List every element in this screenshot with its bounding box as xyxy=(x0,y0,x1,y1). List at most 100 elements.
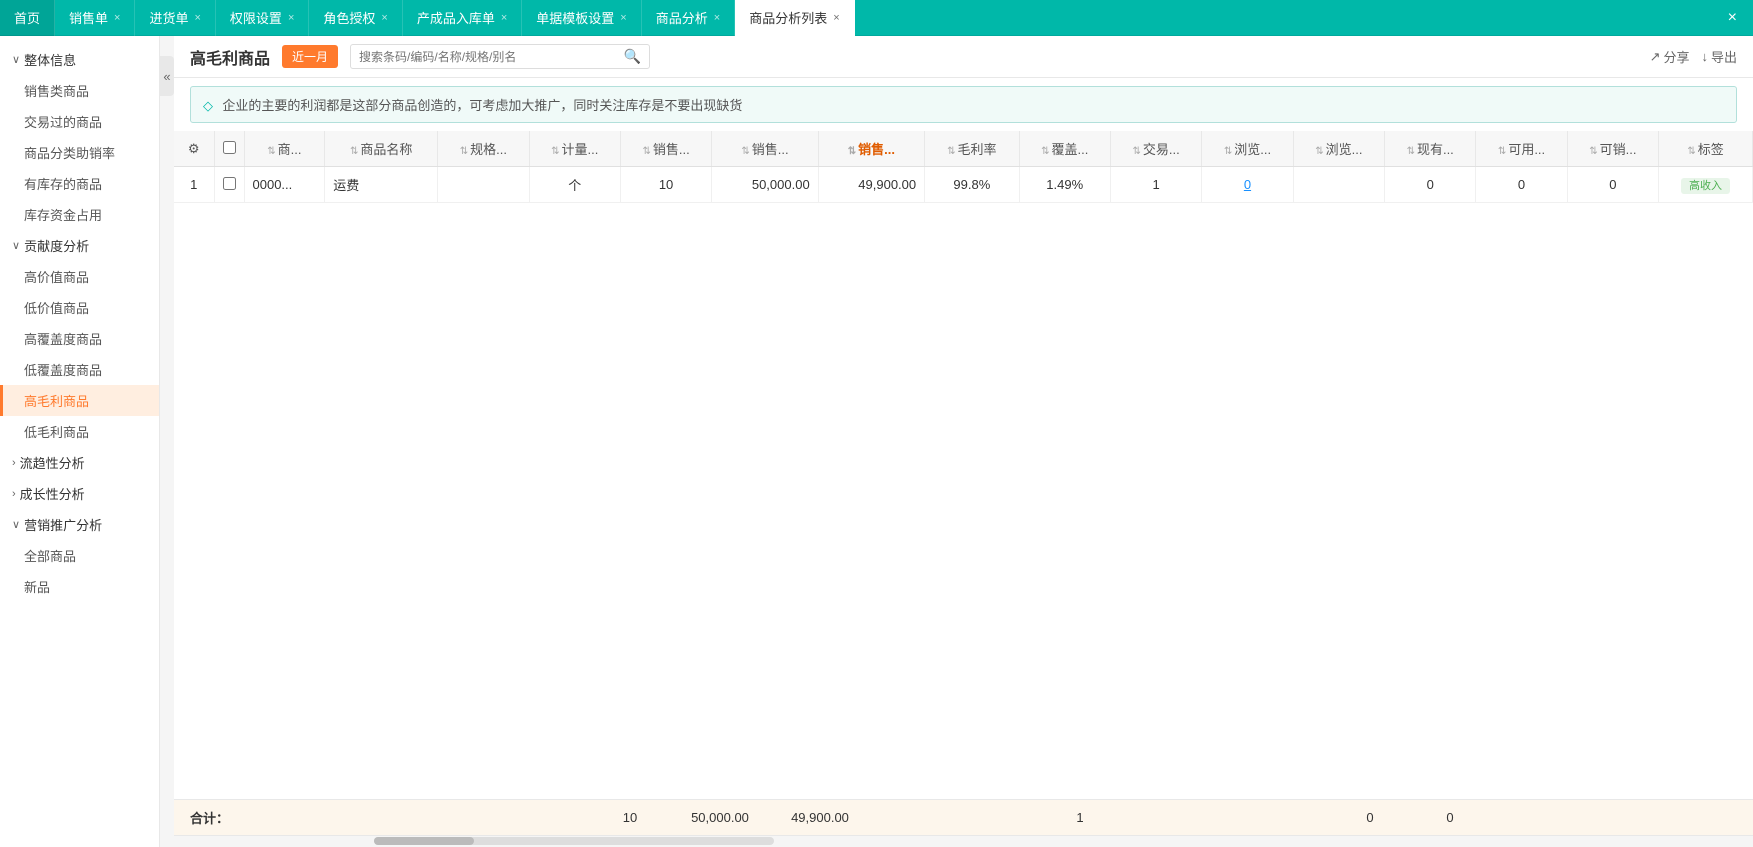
arrow-icon: ∨ xyxy=(12,53,20,66)
sidebar-section-overall[interactable]: ∨ 整体信息 xyxy=(0,44,159,75)
sidebar-item-all-goods[interactable]: 全部商品 xyxy=(0,540,159,571)
sidebar-section-marketing[interactable]: ∨ 营销推广分析 xyxy=(0,509,159,540)
col-name[interactable]: ⇅商品名称 xyxy=(325,131,438,167)
arrow-icon-2: ∨ xyxy=(12,239,20,252)
nav-purchase[interactable]: 进货单 × xyxy=(135,0,215,36)
header-actions: ↗ 分享 ↓ 导出 xyxy=(1650,47,1737,66)
close-product-analysis-list-tab[interactable]: × xyxy=(833,12,839,24)
col-gross-rate[interactable]: ⇅毛利率 xyxy=(925,131,1019,167)
col-tag[interactable]: ⇅标签 xyxy=(1659,131,1753,167)
scrollbar-thumb[interactable] xyxy=(374,837,474,845)
col-sales-qty[interactable]: ⇅销售... xyxy=(620,131,711,167)
footer-bar: 合计： 10 50,000.00 49,900.00 1 0 0 xyxy=(174,799,1753,835)
col-spec[interactable]: ⇅规格... xyxy=(438,131,529,167)
main-layout: ∨ 整体信息 销售类商品 交易过的商品 商品分类助销率 有库存的商品 库存资金占… xyxy=(0,36,1753,847)
row-coverage: 1.49% xyxy=(1019,167,1110,203)
col-sellable[interactable]: ⇅可销... xyxy=(1567,131,1658,167)
footer-sales-amount: 50,000.00 xyxy=(670,810,770,825)
nav-permission[interactable]: 权限设置 × xyxy=(216,0,309,36)
nav-product-analysis[interactable]: 商品分析 × xyxy=(642,0,735,36)
share-icon: ↗ xyxy=(1650,49,1661,65)
sidebar-item-high-margin[interactable]: 高毛利商品 xyxy=(0,385,159,416)
sidebar-item-sales-goods[interactable]: 销售类商品 xyxy=(0,75,159,106)
nav-template-settings[interactable]: 单据模板设置 × xyxy=(522,0,641,36)
col-unit[interactable]: ⇅计量... xyxy=(529,131,620,167)
sidebar-section-growth[interactable]: › 成长性分析 xyxy=(0,478,159,509)
share-button[interactable]: ↗ 分享 xyxy=(1650,47,1690,66)
row-transactions: 1 xyxy=(1110,167,1201,203)
sidebar-item-high-coverage[interactable]: 高覆盖度商品 xyxy=(0,323,159,354)
sidebar-item-low-coverage[interactable]: 低覆盖度商品 xyxy=(0,354,159,385)
row-current: 0 xyxy=(1385,167,1476,203)
close-all-tabs[interactable]: × xyxy=(1720,9,1745,27)
row-sales-profit: 49,900.00 xyxy=(818,167,924,203)
filter-recent-month-button[interactable]: 近一月 xyxy=(282,45,338,68)
col-coverage[interactable]: ⇅覆盖... xyxy=(1019,131,1110,167)
close-product-analysis-tab[interactable]: × xyxy=(714,12,720,24)
col-current-stock[interactable]: ⇅现有... xyxy=(1385,131,1476,167)
table-container[interactable]: ⚙ ⇅商... ⇅商品名称 ⇅规格... xyxy=(174,131,1753,799)
nav-product-inbound[interactable]: 产成品入库单 × xyxy=(403,0,522,36)
footer-label: 合计： xyxy=(190,808,250,827)
content-title: 高毛利商品 xyxy=(190,45,270,69)
table-row: 1 0000... 运费 个 10 50,000.00 49,900.00 99… xyxy=(174,167,1753,203)
export-button[interactable]: ↓ 导出 xyxy=(1701,47,1737,66)
content-area: 高毛利商品 近一月 🔍 ↗ 分享 ↓ 导出 ◇ 企业的主要的利润都是这部分商品创… xyxy=(174,36,1753,847)
close-product-inbound-tab[interactable]: × xyxy=(501,12,507,24)
sidebar-item-in-stock[interactable]: 有库存的商品 xyxy=(0,168,159,199)
nav-role[interactable]: 角色授权 × xyxy=(309,0,402,36)
row-spec xyxy=(438,167,529,203)
search-box: 🔍 xyxy=(350,44,650,69)
sidebar-item-new-goods[interactable]: 新品 xyxy=(0,571,159,602)
nav-home[interactable]: 首页 xyxy=(0,0,55,36)
arrow-icon-3: › xyxy=(12,457,16,469)
horizontal-scrollbar[interactable] xyxy=(174,835,1753,847)
col-browsing1[interactable]: ⇅浏览... xyxy=(1202,131,1293,167)
search-input[interactable] xyxy=(359,50,620,64)
sidebar-item-low-value[interactable]: 低价值商品 xyxy=(0,292,159,323)
row-sales-qty: 10 xyxy=(620,167,711,203)
close-role-tab[interactable]: × xyxy=(381,12,387,24)
search-icon[interactable]: 🔍 xyxy=(624,48,641,65)
sidebar-item-stock-capital[interactable]: 库存资金占用 xyxy=(0,199,159,230)
row-browsing2 xyxy=(1293,167,1384,203)
table-header-row: ⚙ ⇅商... ⇅商品名称 ⇅规格... xyxy=(174,131,1753,167)
col-sales-amount[interactable]: ⇅销售... xyxy=(712,131,818,167)
row-unit: 个 xyxy=(529,167,620,203)
nav-sales[interactable]: 销售单 × xyxy=(55,0,135,36)
info-icon: ◇ xyxy=(203,98,213,113)
col-code[interactable]: ⇅商... xyxy=(244,131,325,167)
row-checkbox[interactable] xyxy=(214,167,244,203)
row-sellable: 0 xyxy=(1567,167,1658,203)
row-select-checkbox[interactable] xyxy=(223,177,236,190)
sidebar-item-low-margin[interactable]: 低毛利商品 xyxy=(0,416,159,447)
tag-badge: 高收入 xyxy=(1681,178,1730,194)
sidebar-item-high-value[interactable]: 高价值商品 xyxy=(0,261,159,292)
select-all-checkbox[interactable] xyxy=(223,141,236,154)
sidebar-section-contribution[interactable]: ∨ 贡献度分析 xyxy=(0,230,159,261)
row-browsing1[interactable]: 0 xyxy=(1202,167,1293,203)
footer-current: 0 xyxy=(1330,810,1410,825)
close-template-settings-tab[interactable]: × xyxy=(620,12,626,24)
sidebar-item-traded-goods[interactable]: 交易过的商品 xyxy=(0,106,159,137)
settings-icon[interactable]: ⚙ xyxy=(188,141,200,156)
content-header: 高毛利商品 近一月 🔍 ↗ 分享 ↓ 导出 xyxy=(174,36,1753,78)
row-sales-amount: 50,000.00 xyxy=(712,167,818,203)
footer-sales-qty: 10 xyxy=(590,810,670,825)
close-purchase-tab[interactable]: × xyxy=(194,12,200,24)
close-permission-tab[interactable]: × xyxy=(288,12,294,24)
nav-product-analysis-list[interactable]: 商品分析列表 × xyxy=(735,0,854,36)
sidebar-section-flow[interactable]: › 流趋性分析 xyxy=(0,447,159,478)
col-available-stock[interactable]: ⇅可用... xyxy=(1476,131,1567,167)
sidebar-item-category-rate[interactable]: 商品分类助销率 xyxy=(0,137,159,168)
col-settings[interactable]: ⚙ xyxy=(174,131,214,167)
col-browsing2[interactable]: ⇅浏览... xyxy=(1293,131,1384,167)
sidebar: ∨ 整体信息 销售类商品 交易过的商品 商品分类助销率 有库存的商品 库存资金占… xyxy=(0,36,160,847)
col-sales-profit[interactable]: ⇅销售... xyxy=(818,131,924,167)
data-table: ⚙ ⇅商... ⇅商品名称 ⇅规格... xyxy=(174,131,1753,203)
close-sales-tab[interactable]: × xyxy=(114,12,120,24)
col-checkbox[interactable] xyxy=(214,131,244,167)
sidebar-collapse-button[interactable]: « xyxy=(160,56,174,96)
footer-transactions: 1 xyxy=(1030,810,1130,825)
col-transactions[interactable]: ⇅交易... xyxy=(1110,131,1201,167)
